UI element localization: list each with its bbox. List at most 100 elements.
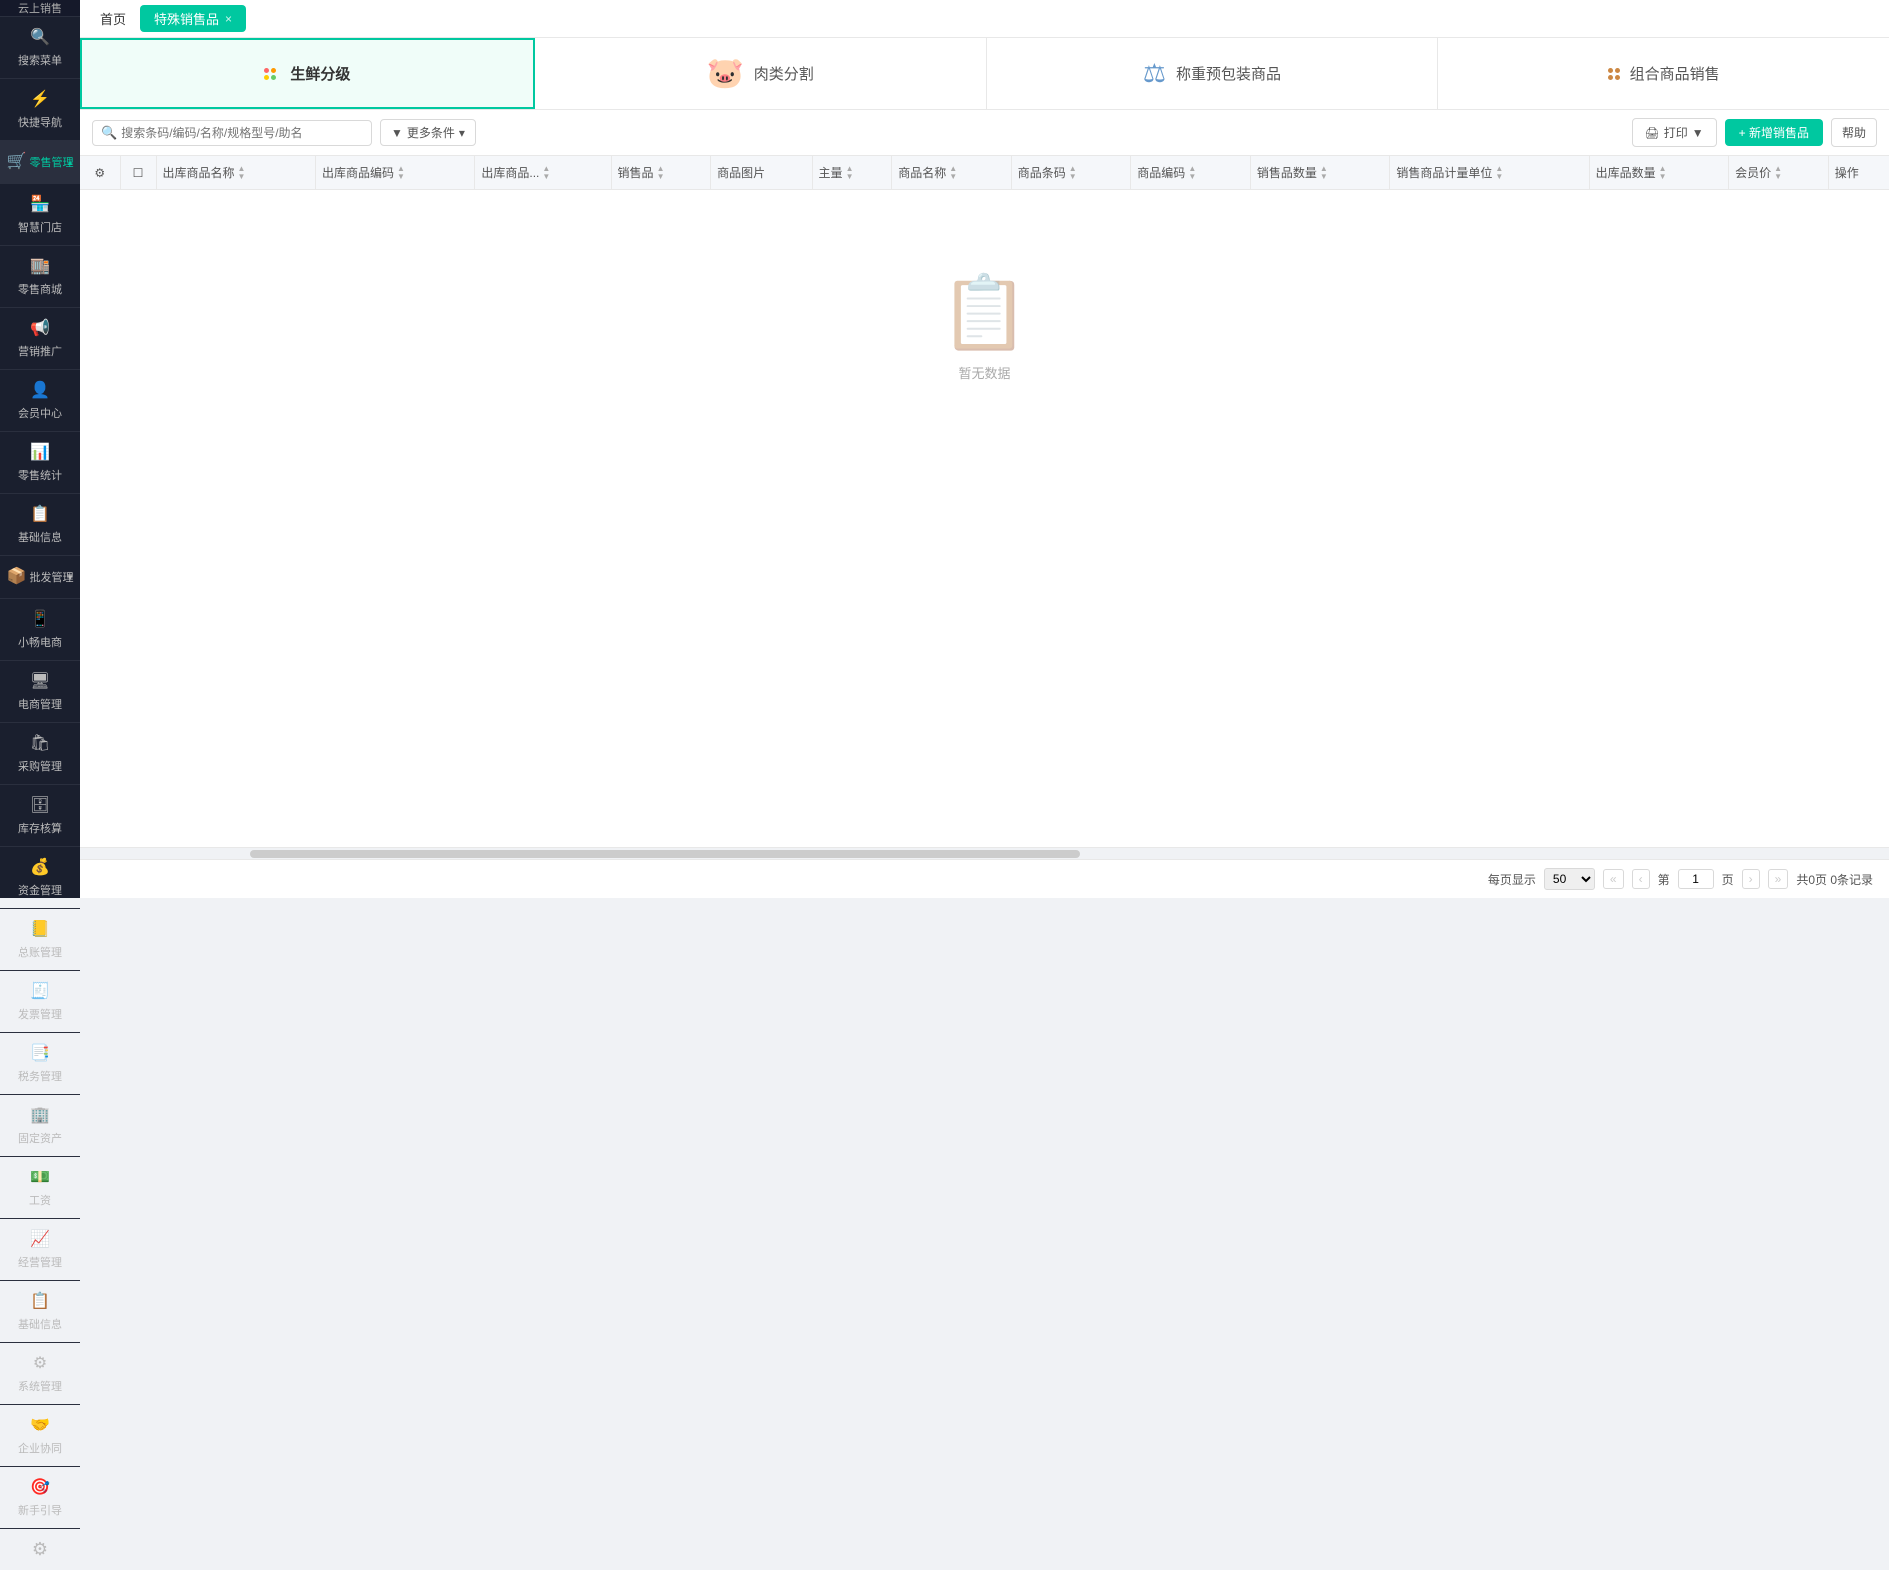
wage-icon: 💵 — [30, 1167, 50, 1187]
sidebar-item-mall[interactable]: 🏬 零售商城 — [0, 246, 80, 308]
sidebar-item-newbie[interactable]: 🎯 新手引导 — [0, 1467, 80, 1529]
last-page-button[interactable]: » — [1768, 869, 1789, 889]
th-sale-unit[interactable]: 销售商品计量单位 ▲▼ — [1390, 156, 1589, 190]
th-out-spec[interactable]: 出库商品... ▲▼ — [475, 156, 611, 190]
search-icon: 🔍 — [101, 125, 117, 141]
fresh-icon — [264, 68, 276, 80]
pagination: 每页显示 50 10 20 100 « ‹ 第 页 › » 共0页 0条记录 — [80, 859, 1889, 898]
sidebar-label-invoice: 发票管理 — [18, 1006, 62, 1022]
th-member-price[interactable]: 会员价 ▲▼ — [1729, 156, 1829, 190]
sidebar-item-retail[interactable]: 🛒 零售管理 ▲ — [0, 141, 80, 184]
tab-close-icon[interactable]: × — [225, 12, 232, 26]
header-tabs: 首页 特殊销售品 × — [80, 0, 1889, 38]
th-check[interactable]: ☐ — [120, 156, 156, 190]
sidebar-item-stats[interactable]: 📊 零售统计 — [0, 432, 80, 494]
th-barcode[interactable]: 商品条码 ▲▼ — [1011, 156, 1131, 190]
sidebar-item-asset[interactable]: 🏢 固定资产 — [0, 1095, 80, 1157]
page-unit: 页 — [1722, 871, 1734, 888]
mall-icon: 🏬 — [30, 256, 50, 276]
sidebar-label-company: 企业协同 — [18, 1440, 62, 1456]
arrow-icon: ▲ — [66, 158, 74, 167]
print-button[interactable]: 🖨 打印 ▼ — [1632, 118, 1717, 147]
sidebar-item-search[interactable]: 🔍 搜索菜单 — [0, 17, 80, 79]
th-out-qty[interactable]: 出库品数量 ▲▼ — [1589, 156, 1728, 190]
help-button[interactable]: 帮助 — [1831, 118, 1877, 147]
sidebar-item-basicinfo[interactable]: 📋 基础信息 — [0, 1281, 80, 1343]
search-input[interactable] — [121, 126, 363, 140]
inventory-icon: 🗄 — [30, 795, 50, 815]
first-page-button[interactable]: « — [1603, 869, 1624, 889]
sidebar-label-ledger: 总账管理 — [18, 944, 62, 960]
sidebar-item-promo[interactable]: 📢 营销推广 — [0, 308, 80, 370]
search-box[interactable]: 🔍 — [92, 120, 372, 146]
th-out-name[interactable]: 出库商品名称 ▲▼ — [156, 156, 315, 190]
basicinfo-icon: 📋 — [30, 1291, 50, 1311]
sidebar-item-tax[interactable]: 📑 税务管理 — [0, 1033, 80, 1095]
new-label: + 新增销售品 — [1739, 124, 1809, 141]
sidebar-label-promo: 营销推广 — [18, 343, 62, 359]
sort-arrows-product-name: ▲▼ — [949, 165, 957, 181]
sidebar-item-inventory[interactable]: 🗄 库存核算 — [0, 785, 80, 847]
sidebar-logo: 云上销售 — [0, 0, 80, 17]
scrollbar-thumb[interactable] — [250, 850, 1080, 858]
category-tabs: 生鲜分级 🐷 肉类分割 ⚖ 称重预包装商品 组合商品销售 — [80, 38, 1889, 110]
sidebar-item-basic[interactable]: 📋 基础信息 — [0, 494, 80, 556]
cat-tab-meat-label: 肉类分割 — [754, 63, 814, 84]
table-body: 📋 暂无数据 — [80, 190, 1889, 463]
th-product-img: 商品图片 — [711, 156, 812, 190]
sidebar-item-mini[interactable]: 📱 小畅电商 — [0, 599, 80, 661]
invoice-icon: 🧾 — [30, 981, 50, 1001]
sidebar-item-ops[interactable]: 📈 经营管理 — [0, 1219, 80, 1281]
per-page-select[interactable]: 50 10 20 100 — [1544, 868, 1595, 890]
sidebar-label-asset: 固定资产 — [18, 1130, 62, 1146]
sidebar-label-purchase: 采购管理 — [18, 758, 62, 774]
th-product-code[interactable]: 商品编码 ▲▼ — [1131, 156, 1251, 190]
cat-tab-fresh[interactable]: 生鲜分级 — [80, 38, 535, 109]
finance-icon: 💰 — [30, 857, 50, 877]
sort-arrows-out-spec: ▲▼ — [542, 165, 550, 181]
sidebar-item-ledger[interactable]: 📒 总账管理 — [0, 909, 80, 971]
horizontal-scrollbar[interactable] — [80, 847, 1889, 859]
th-gear[interactable]: ⚙ — [80, 156, 120, 190]
th-main[interactable]: 主量 ▲▼ — [812, 156, 892, 190]
th-sale-qty[interactable]: 销售品数量 ▲▼ — [1250, 156, 1389, 190]
th-out-code[interactable]: 出库商品编码 ▲▼ — [315, 156, 474, 190]
sidebar-item-invoice[interactable]: 🧾 发票管理 — [0, 971, 80, 1033]
cat-tab-fresh-label: 生鲜分级 — [290, 63, 350, 84]
tab-active-label: 特殊销售品 — [154, 9, 219, 28]
sidebar-item-company[interactable]: 🤝 企业协同 — [0, 1405, 80, 1467]
filter-label: 更多条件 — [407, 124, 455, 141]
cat-tab-combo[interactable]: 组合商品销售 — [1438, 38, 1889, 109]
new-product-button[interactable]: + 新增销售品 — [1725, 119, 1823, 146]
sidebar-item-smart[interactable]: 🏪 智慧门店 — [0, 184, 80, 246]
prev-page-button[interactable]: ‹ — [1632, 869, 1650, 889]
quick-nav-icon: ⚡ — [30, 89, 50, 109]
sort-arrows-product-code: ▲▼ — [1188, 165, 1196, 181]
sidebar-item-wage[interactable]: 💵 工资 — [0, 1157, 80, 1219]
empty-illustration: 📋 — [940, 270, 1030, 355]
sidebar-item-ecom[interactable]: 🖥 电商管理 — [0, 661, 80, 723]
cat-tab-meat[interactable]: 🐷 肉类分割 — [535, 38, 987, 109]
th-sale-item[interactable]: 销售品 ▲▼ — [611, 156, 711, 190]
tab-home[interactable]: 首页 — [90, 9, 136, 28]
tab-special-sales[interactable]: 特殊销售品 × — [140, 5, 246, 32]
sidebar-item-system[interactable]: ⚙ 系统管理 — [0, 1343, 80, 1405]
sidebar-label-search: 搜索菜单 — [18, 52, 62, 68]
tax-icon: 📑 — [30, 1043, 50, 1063]
sidebar-item-purchase[interactable]: 🛍 采购管理 — [0, 723, 80, 785]
sidebar-item-quick[interactable]: ⚡ 快捷导航 — [0, 79, 80, 141]
cat-tab-weight[interactable]: ⚖ 称重预包装商品 — [987, 38, 1439, 109]
empty-cell: 📋 暂无数据 — [80, 190, 1889, 463]
empty-text: 暂无数据 — [958, 363, 1010, 382]
th-product-name[interactable]: 商品名称 ▲▼ — [892, 156, 1012, 190]
sidebar-item-member[interactable]: 👤 会员中心 — [0, 370, 80, 432]
sidebar-item-finance[interactable]: 💰 资金管理 — [0, 847, 80, 909]
sidebar-gear-button[interactable]: ⚙ — [0, 1529, 80, 1570]
filter-button[interactable]: ▼ 更多条件 ▾ — [380, 119, 476, 146]
page-number-input[interactable] — [1678, 869, 1714, 889]
sidebar-item-batch[interactable]: 📦 批发管理 ▼ — [0, 556, 80, 599]
empty-state: 📋 暂无数据 — [80, 190, 1889, 462]
filter-icon: ▼ — [391, 126, 403, 140]
next-page-button[interactable]: › — [1742, 869, 1760, 889]
sidebar-label-system: 系统管理 — [18, 1378, 62, 1394]
